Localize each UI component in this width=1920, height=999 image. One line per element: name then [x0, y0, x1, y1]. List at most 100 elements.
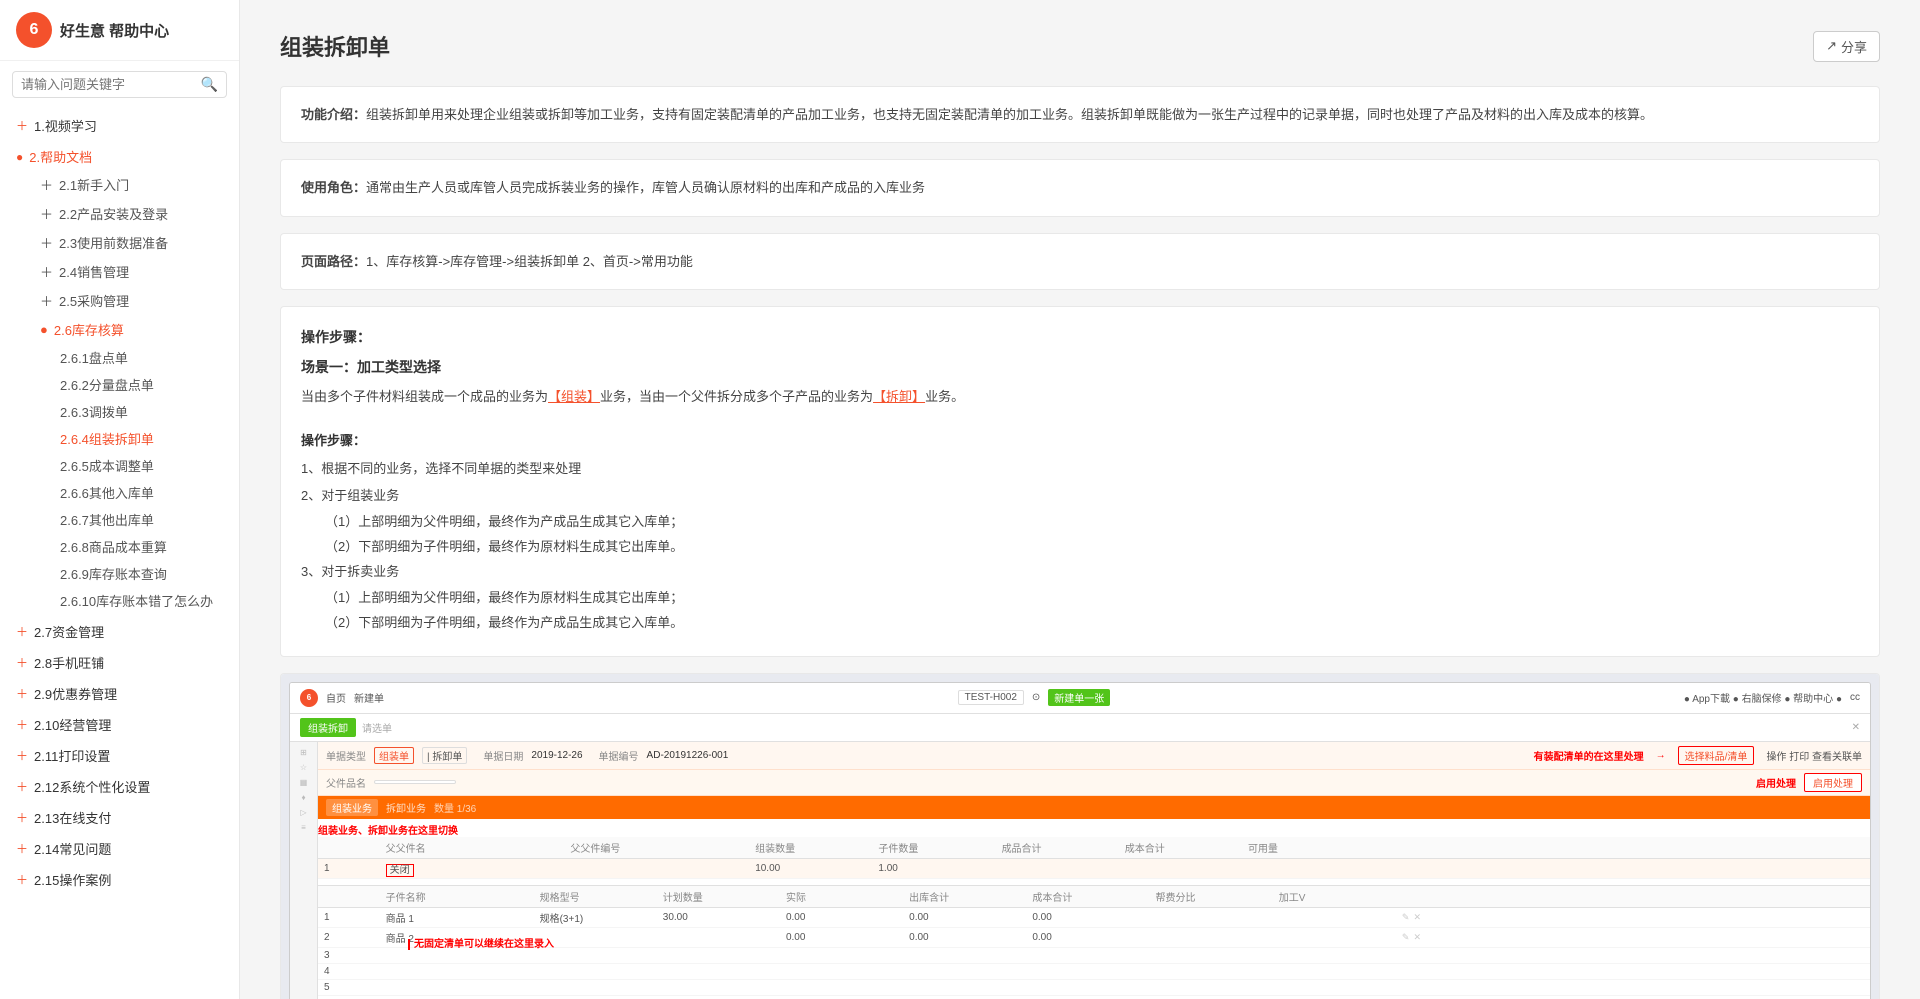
share-button[interactable]: ↗ 分享 [1813, 31, 1880, 62]
plus-icon: ＋ [40, 204, 53, 223]
assembly-link[interactable]: 【组装】 [548, 389, 600, 404]
activate-btn[interactable]: 启用处理 [1804, 773, 1862, 792]
app-title: 好生意 帮助中心 [60, 20, 169, 41]
sidebar-item-beginner[interactable]: ＋ 2.1新手入门 [24, 170, 239, 199]
sidebar-item-label: 2.11打印设置 [34, 746, 110, 765]
sidebar-item-other-out[interactable]: 2.6.7其他出库单 [44, 506, 239, 533]
inner-new-btn: 新建单一张 [1048, 689, 1110, 706]
sidebar-item-sales[interactable]: ＋ 2.4销售管理 [24, 257, 239, 286]
inner-active-tab: 组装拆卸 [300, 718, 356, 737]
sidebar-item-inventory[interactable]: ● 2.6库存核算 [24, 315, 239, 344]
bottom-table-row: 1 商品 1 规格(3+1) 30.00 0.00 0.00 0.00 ✎✕ [318, 908, 1870, 928]
main-content: 组装拆卸单 ↗ 分享 功能介绍：组装拆卸单用来处理企业组装或拆卸等加工业务，支持… [240, 0, 1920, 999]
sidebar-item-finance[interactable]: ＋ 2.7资金管理 [0, 614, 239, 645]
sidebar-item-stocktake[interactable]: 2.6.1盘点单 [44, 344, 239, 371]
expand-icon: ＋ [16, 117, 28, 134]
sidebar-item-label: 1.视频学习 [34, 116, 97, 135]
expand-icon: ＋ [16, 654, 28, 671]
disassembly-link[interactable]: 【拆卸】 [873, 389, 925, 404]
table-row: 1 关闭 10.00 1.00 [318, 859, 1870, 879]
br-out: 0.00 [909, 932, 1032, 943]
sidebar-item-video[interactable]: ＋ 1.视频学习 [0, 108, 239, 139]
sidebar-item-payment[interactable]: ＋ 2.13在线支付 [0, 800, 239, 831]
annotation1-arrow: → [1656, 750, 1666, 761]
sidebar-item-prepare[interactable]: ＋ 2.3使用前数据准备 [24, 228, 239, 257]
sidebar-item-help-docs[interactable]: ● 2.帮助文档 [0, 139, 239, 170]
br-plan: 30.00 [663, 912, 786, 923]
sidebar-item-purchase[interactable]: ＋ 2.5采购管理 [24, 286, 239, 315]
sidebar-item-system[interactable]: ＋ 2.12系统个性化设置 [0, 769, 239, 800]
sidebar-item-ledger-fix[interactable]: 2.6.10库存账本错了怎么办 [44, 587, 239, 614]
expand-icon: ＋ [16, 871, 28, 888]
sidebar-item-label: 2.帮助文档 [29, 147, 92, 166]
mini-icon2: ☆ [300, 763, 307, 772]
inner-user: cc [1850, 692, 1860, 703]
screenshot-container: 6 自页 新建单 TEST-H002 ⊙ 新建单一张 ● App下載 ● 右脑保… [280, 673, 1880, 999]
search-input[interactable] [21, 77, 201, 92]
step1: 1、根据不同的业务，选择不同单据的类型来处理 [301, 457, 1859, 482]
row-delete-icon: ✕ [1413, 932, 1421, 943]
intro-text: 功能介绍：组装拆卸单用来处理企业组装或拆卸等加工业务，支持有固定装配清单的产品加… [301, 103, 1859, 126]
sidebar-item-mobile[interactable]: ＋ 2.8手机旺铺 [0, 645, 239, 676]
br-no: 3 [324, 950, 386, 961]
th-asm-qty: 组装数量 [755, 840, 878, 855]
inner-form-bar: 单据类型 组装单 | 拆卸单 单据日期 2019-12-26 单据编号 AD-2… [318, 742, 1870, 770]
sidebar-item-install[interactable]: ＋ 2.2产品安装及登录 [24, 199, 239, 228]
sidebar-item-cost-adjust[interactable]: 2.6.5成本调整单 [44, 452, 239, 479]
sidebar-item-partial-stocktake[interactable]: 2.6.2分量盘点单 [44, 371, 239, 398]
type-tab-disassembly[interactable]: 拆卸业务 [386, 800, 426, 815]
sidebar-item-coupon[interactable]: ＋ 2.9优惠券管理 [0, 676, 239, 707]
type-tab-assembly[interactable]: 组装业务 [326, 799, 378, 816]
row-delete-icon: ✕ [1413, 912, 1421, 923]
scenario-desc: 当由多个子件材料组装成一个成品的业务为【组装】业务，当由一个父件拆分成多个子产品… [301, 385, 1859, 410]
br-spec: 规格(3+1) [540, 910, 663, 925]
ops-title: 操作步骤： [301, 327, 1859, 347]
sidebar-item-cases[interactable]: ＋ 2.15操作案例 [0, 862, 239, 893]
annotation2-text: 组装业务、拆卸业务在这里切换 [318, 822, 458, 837]
bth-spec: 规格型号 [540, 889, 663, 904]
expand-icon: ＋ [16, 716, 28, 733]
role-card: 使用角色：通常由生产人员或库管人员完成拆装业务的操作，库管人员确认原材料的出库和… [280, 159, 1880, 216]
inner-app-menu2: 新建单 [354, 690, 384, 705]
bth-allot: 帮费分比 [1156, 889, 1279, 904]
top-table: 父父件名 父父件编号 组装数量 子件数量 成品合计 成本合计 可用量 1 [318, 837, 1870, 879]
select-bill-btn[interactable]: 选择料品/清单 [1678, 746, 1755, 765]
nav-list: ＋ 1.视频学习 ● 2.帮助文档 ＋ 2.1新手入门 ＋ 2.2产品安装及登录… [0, 108, 239, 999]
br-action: ✎✕ [1402, 912, 1741, 923]
sidebar-item-faq[interactable]: ＋ 2.14常见问题 [0, 831, 239, 862]
row-edit-icon: ✎ [1402, 932, 1410, 943]
th-actions [1371, 840, 1741, 855]
sidebar-item-transfer[interactable]: 2.6.3调拨单 [44, 398, 239, 425]
sidebar-item-label: 2.12系统个性化设置 [34, 777, 150, 796]
sidebar-item-cost-recalc[interactable]: 2.6.8商品成本重算 [44, 533, 239, 560]
mini-icon6: ≡ [301, 823, 306, 832]
sidebar-item-assembly[interactable]: 2.6.4组装拆卸单 [44, 425, 239, 452]
step2-2: （2）下部明细为子件明细，最终作为原材料生成其它出库单。 [301, 535, 1859, 560]
sidebar-item-print[interactable]: ＋ 2.11打印设置 [0, 738, 239, 769]
sidebar-item-label: 2.5采购管理 [59, 291, 129, 310]
step2-1: （1）上部明细为父件明细，最终作为产成品生成其它入库单； [301, 510, 1859, 535]
mini-icon1: ⊞ [300, 748, 307, 757]
step3: 3、对于拆卖业务 [301, 560, 1859, 585]
top-table-header: 父父件名 父父件编号 组装数量 子件数量 成品合计 成本合计 可用量 [318, 837, 1870, 859]
help-docs-sub: ＋ 2.1新手入门 ＋ 2.2产品安装及登录 ＋ 2.3使用前数据准备 ＋ 2.… [0, 170, 239, 614]
annotation1-text: 有装配清单的在这里处理 [1534, 748, 1644, 763]
sidebar-item-label: 2.10经营管理 [34, 715, 111, 734]
sidebar-item-ledger[interactable]: 2.6.9库存账本查询 [44, 560, 239, 587]
br-name: 商品 1 [386, 910, 540, 925]
sidebar-item-ops[interactable]: ＋ 2.10经营管理 [0, 707, 239, 738]
sidebar: 6 好生意 帮助中心 🔍 ＋ 1.视频学习 ● 2.帮助文档 ＋ 2.1新手入门… [0, 0, 240, 999]
expand-icon: ＋ [16, 623, 28, 640]
br-out: 0.00 [909, 912, 1032, 923]
sidebar-item-other-in[interactable]: 2.6.6其他入库单 [44, 479, 239, 506]
mini-icon4: ♦ [301, 793, 305, 802]
form-date-value: 2019-12-26 [531, 750, 582, 761]
bth-plan: 计划数量 [663, 889, 786, 904]
search-icon[interactable]: 🔍 [201, 76, 218, 93]
inner-app: 6 自页 新建单 TEST-H002 ⊙ 新建单一张 ● App下載 ● 右脑保… [289, 682, 1871, 999]
search-box[interactable]: 🔍 [12, 71, 227, 98]
annotation4-text: 无固定清单可以继续在这里录入 [408, 935, 554, 950]
expand-icon: ＋ [16, 809, 28, 826]
inner-search-bar: 父件品名 启用处理 启用处理 [318, 770, 1870, 796]
bottom-table: 子件名称 规格型号 计划数量 实际 出库含计 成本合计 帮费分比 加工V [318, 885, 1870, 999]
